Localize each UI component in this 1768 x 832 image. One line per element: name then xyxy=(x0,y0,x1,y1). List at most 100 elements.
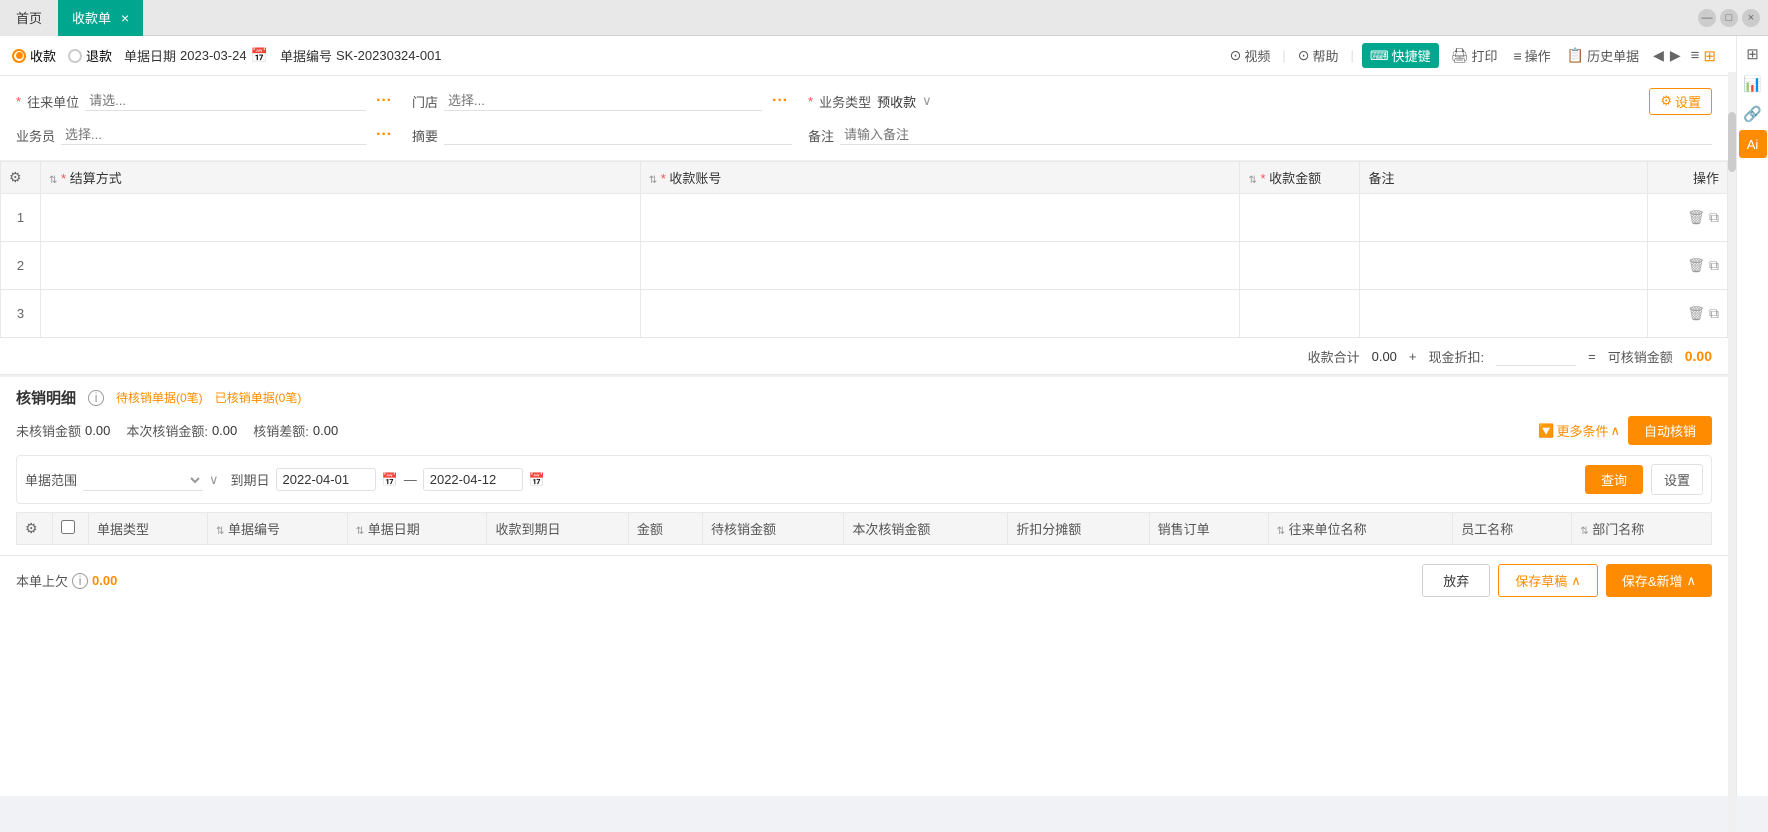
range-select[interactable] xyxy=(83,469,203,491)
remark-cell-3[interactable] xyxy=(1360,290,1648,338)
nav-prev-icon[interactable]: ◀ xyxy=(1651,47,1666,64)
calendar-icon[interactable]: 📅 xyxy=(251,47,268,64)
tab-current[interactable]: 收款单 × xyxy=(58,0,143,36)
quickkey-button[interactable]: ⌨ 快捷键 xyxy=(1362,43,1439,68)
pending-tab-link[interactable]: 待核销单据(0笔) xyxy=(116,389,203,406)
staff-more-button[interactable]: ··· xyxy=(372,126,396,144)
auto-verify-button[interactable]: 自动核销 xyxy=(1628,416,1712,445)
row-num-2: 2 xyxy=(1,242,41,290)
vcol-staff: 员工名称 xyxy=(1453,513,1572,545)
help-button[interactable]: ⊙ 帮助 xyxy=(1294,46,1343,65)
delete-icon-3[interactable]: 🗑 xyxy=(1687,305,1705,322)
verify-info-icon[interactable]: i xyxy=(88,390,104,406)
diff-label: 核销差额: xyxy=(253,421,309,440)
select-all-checkbox[interactable] xyxy=(61,520,75,534)
minimize-button[interactable]: — xyxy=(1698,9,1716,27)
video-button[interactable]: ⊙ 视频 xyxy=(1226,46,1275,65)
date-to-calendar-icon[interactable]: 📅 xyxy=(529,472,545,488)
remark-input[interactable] xyxy=(840,125,1712,145)
account-cell-1[interactable] xyxy=(640,194,1240,242)
setting-button[interactable]: ⚙ 设置 xyxy=(1649,88,1712,115)
shop-input[interactable] xyxy=(444,91,762,111)
table-settings-icon[interactable]: ⚙ xyxy=(9,169,22,185)
verify-setting-button[interactable]: 设置 xyxy=(1651,464,1703,495)
draft-button[interactable]: 保存草稿 ∧ xyxy=(1498,564,1598,597)
amount-cell-2[interactable] xyxy=(1240,242,1360,290)
shop-more-button[interactable]: ··· xyxy=(768,92,792,110)
remark-cell-2[interactable] xyxy=(1360,242,1648,290)
filter-row: 单据范围 ∨ 到期日 📅 — 📅 xyxy=(16,455,1712,504)
business-label: 业务类型 xyxy=(819,92,871,111)
staff-input[interactable] xyxy=(61,125,366,145)
staff-field: 业务员 ··· xyxy=(16,125,396,145)
print-button[interactable]: 🖨 打印 xyxy=(1447,46,1502,65)
discount-input[interactable] xyxy=(1496,346,1576,366)
right-sidebar: ⊞ 📊 🔗 Ai xyxy=(1736,36,1768,796)
date-from-input[interactable] xyxy=(276,468,376,491)
radio-tui[interactable]: 退款 xyxy=(68,46,112,65)
radio-shou[interactable]: 收款 xyxy=(12,46,56,65)
copy-icon-1[interactable]: ⧉ xyxy=(1709,209,1719,226)
amount-cell-1[interactable] xyxy=(1240,194,1360,242)
operation-button[interactable]: ≡ 操作 xyxy=(1509,46,1554,65)
summary-input[interactable] xyxy=(444,125,792,145)
partner-more-button[interactable]: ··· xyxy=(372,92,396,110)
delete-icon-1[interactable]: 🗑 xyxy=(1687,209,1705,226)
partner-field: * 往来单位 ··· xyxy=(16,91,396,111)
settlement-cell-3[interactable] xyxy=(41,290,641,338)
settlement-cell-1[interactable] xyxy=(41,194,641,242)
amount-cell-3[interactable] xyxy=(1240,290,1360,338)
layout-list-icon[interactable]: ≡ xyxy=(1691,47,1700,65)
sidebar-ai-icon[interactable]: Ai xyxy=(1739,130,1767,158)
table-row: 3 🗑 ⧉ xyxy=(1,290,1728,338)
maximize-button[interactable]: □ xyxy=(1720,9,1738,27)
date-from-calendar-icon[interactable]: 📅 xyxy=(382,472,398,488)
business-dropdown-icon[interactable]: ∨ xyxy=(922,93,932,109)
remark-cell-1[interactable] xyxy=(1360,194,1648,242)
sort-icon-amount: ⇅ xyxy=(1248,175,1256,186)
bottom-info-icon[interactable]: i xyxy=(72,573,88,589)
sidebar-link-icon[interactable]: 🔗 xyxy=(1739,100,1767,128)
completed-tab-link[interactable]: 已核销单据(0笔) xyxy=(215,389,302,406)
verify-table-settings-icon[interactable]: ⚙ xyxy=(25,520,38,536)
col-action: 操作 xyxy=(1648,162,1728,194)
verify-header: 核销明细 i 待核销单据(0笔) 已核销单据(0笔) xyxy=(16,387,1712,408)
copy-icon-3[interactable]: ⧉ xyxy=(1709,305,1719,322)
range-field: 单据范围 ∨ xyxy=(25,469,219,491)
col-remark: 备注 xyxy=(1360,162,1648,194)
verify-section: 核销明细 i 待核销单据(0笔) 已核销单据(0笔) 未核销金额 0.00 本次… xyxy=(0,375,1728,555)
range-dropdown-icon[interactable]: ∨ xyxy=(209,472,219,488)
available-label: 可核销金额 xyxy=(1608,347,1673,366)
gear-icon: ⚙ xyxy=(1660,93,1672,109)
scroll-indicator xyxy=(1728,72,1736,832)
print-icon: 🖨 xyxy=(1451,47,1469,64)
video-label: 视频 xyxy=(1244,46,1270,65)
close-button[interactable]: × xyxy=(1742,9,1760,27)
shop-label: 门店 xyxy=(412,92,438,111)
save-new-button[interactable]: 保存&新增 ∧ xyxy=(1606,564,1712,597)
radio-shou-inner xyxy=(16,52,23,59)
sidebar-table-icon[interactable]: ⊞ xyxy=(1739,40,1767,68)
date-to-input[interactable] xyxy=(423,468,523,491)
more-filter-button[interactable]: 🔽 更多条件 ∧ xyxy=(1538,421,1620,440)
query-button[interactable]: 查询 xyxy=(1585,465,1643,494)
history-button[interactable]: 📋 历史单据 xyxy=(1563,46,1643,65)
account-cell-2[interactable] xyxy=(640,242,1240,290)
vcol-partner: ⇅ 往来单位名称 xyxy=(1268,513,1453,545)
settlement-cell-2[interactable] xyxy=(41,242,641,290)
layout-grid-icon[interactable]: ⊞ xyxy=(1703,47,1716,65)
partner-input[interactable] xyxy=(85,91,366,111)
business-type-selector[interactable]: 预收款 ∨ xyxy=(877,92,932,111)
copy-icon-2[interactable]: ⧉ xyxy=(1709,257,1719,274)
nav-next-icon[interactable]: ▶ xyxy=(1668,47,1683,64)
date-value[interactable]: 2023-03-24 xyxy=(180,48,247,63)
staff-label: 业务员 xyxy=(16,126,55,145)
sidebar-chart-icon[interactable]: 📊 xyxy=(1739,70,1767,98)
tab-home[interactable]: 首页 xyxy=(0,0,58,36)
account-cell-3[interactable] xyxy=(640,290,1240,338)
operation-label: 操作 xyxy=(1525,46,1551,65)
delete-icon-2[interactable]: 🗑 xyxy=(1687,257,1705,274)
abandon-button[interactable]: 放弃 xyxy=(1422,564,1490,597)
scroll-thumb[interactable] xyxy=(1728,112,1736,172)
tab-close-icon[interactable]: × xyxy=(121,10,129,26)
